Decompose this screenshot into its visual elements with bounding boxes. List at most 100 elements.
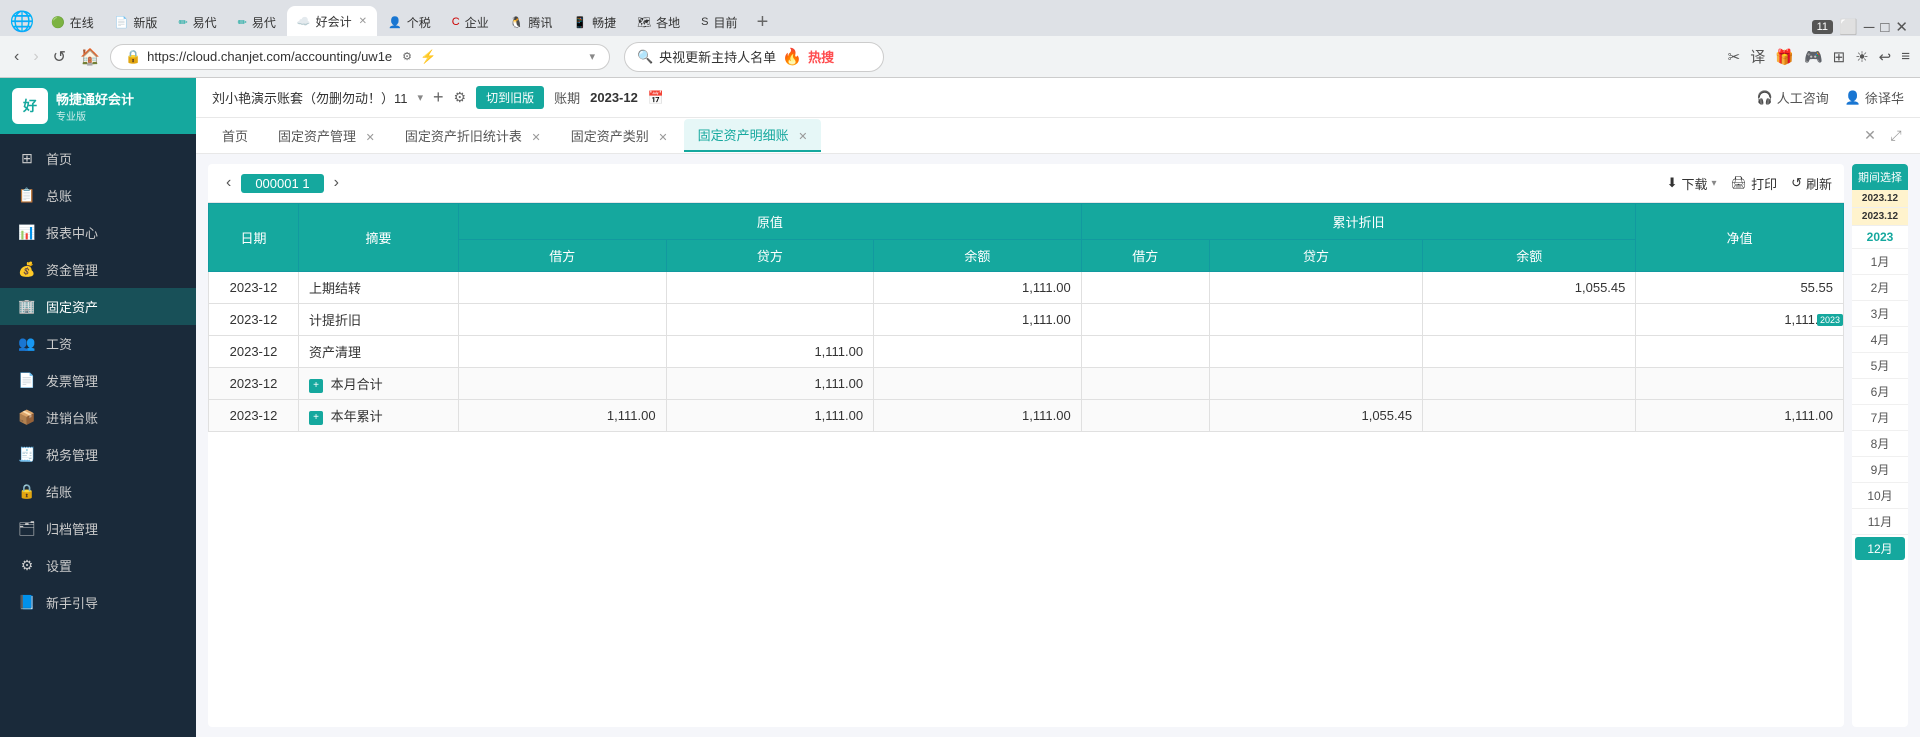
table-row: 2023-12 计提折旧 1,111.00 1,111.00 [209, 304, 1844, 336]
add-account-button[interactable]: + [433, 87, 444, 108]
switch-version-button[interactable]: 切到旧版 [476, 86, 544, 109]
maximize-icon[interactable]: □ [1880, 19, 1889, 36]
period-item-9[interactable]: 9月 [1852, 457, 1908, 483]
tab-在线[interactable]: 🟢在线 [41, 8, 104, 36]
sidebar-item-reports[interactable]: 📊 报表中心 [0, 214, 196, 251]
tab-新版[interactable]: 📄新版 [105, 8, 168, 36]
tab-个税[interactable]: 👤个税 [378, 8, 441, 36]
user-avatar[interactable]: 👤 徐译华 [1845, 88, 1904, 107]
ledger-icon: 📋 [18, 187, 36, 204]
tab-各地[interactable]: 🗺各地 [627, 8, 690, 36]
security-menu-icon[interactable]: ⚙ [402, 50, 412, 63]
tab-close-icon[interactable]: ✕ [658, 132, 667, 144]
sidebar-item-funds[interactable]: 💰 资金管理 [0, 251, 196, 288]
period-selected-bottom: 2023.12 [1852, 208, 1908, 226]
search-box[interactable]: 🔍 央视更新主持人名单 🔥 热搜 [624, 42, 884, 72]
period-selected-top: 2023.12 [1852, 190, 1908, 208]
period-edit-icon[interactable]: 📅 [648, 90, 664, 106]
col-net-value: 净值 [1636, 204, 1844, 272]
period-item-1[interactable]: 1月 [1852, 249, 1908, 275]
tab-home[interactable]: 首页 [208, 120, 262, 151]
menu-label: 结账 [46, 482, 72, 501]
tab-易代1[interactable]: ✏易代 [168, 8, 226, 36]
ledger-nav: ‹ 000001 1 › ⬇ 下载 ▾ 🖨 打印 [208, 164, 1844, 203]
undo-icon[interactable]: ↩ [1879, 48, 1892, 66]
home-button[interactable]: 🏠 [76, 43, 104, 71]
period-item-3[interactable]: 3月 [1852, 301, 1908, 327]
brightness-icon[interactable]: ☀ [1855, 48, 1868, 66]
tab-腾讯[interactable]: 🐧腾讯 [500, 8, 563, 36]
translate-icon[interactable]: 译 [1750, 46, 1765, 67]
url-bar[interactable]: 🔒 https://cloud.chanjet.com/accounting/u… [110, 44, 610, 70]
close-tab-btn[interactable]: ✕ [1858, 124, 1882, 148]
expand-url-icon[interactable]: ▾ [589, 50, 595, 63]
period-item-6[interactable]: 6月 [1852, 379, 1908, 405]
sidebar-item-fixed-assets[interactable]: 🏢 固定资产 [0, 288, 196, 325]
tab-close-icon[interactable]: ✕ [532, 132, 541, 144]
maximize-tab-btn[interactable]: ⤢ [1884, 124, 1908, 148]
tab-企业[interactable]: C企业 [442, 8, 499, 36]
consult-button[interactable]: 🎧 人工咨询 [1757, 88, 1829, 107]
col-original-value: 原值 [459, 204, 1082, 240]
period-item-11[interactable]: 11月 [1852, 509, 1908, 535]
tab-fixed-asset-category[interactable]: 固定资产类别 ✕ [557, 120, 682, 151]
coupon-icon[interactable]: 🎁 [1775, 48, 1794, 66]
reload-button[interactable]: ↺ [49, 43, 70, 71]
period-year[interactable]: 2023 [1852, 226, 1908, 249]
period-item-4[interactable]: 4月 [1852, 327, 1908, 353]
tab-list-icon[interactable]: ⬜ [1839, 18, 1858, 36]
tab-close-icon[interactable]: ✕ [798, 131, 807, 143]
sidebar-item-archive[interactable]: 🗂 归档管理 [0, 510, 196, 547]
period-item-12[interactable]: 12月 [1855, 537, 1905, 560]
dropdown-icon[interactable]: ▾ [418, 91, 424, 104]
prev-page-btn[interactable]: ‹ [220, 172, 237, 194]
tab-目前[interactable]: S目前 [691, 8, 747, 36]
sidebar-item-inventory[interactable]: 📦 进销台账 [0, 399, 196, 436]
tab-畅捷[interactable]: 📱畅捷 [563, 8, 626, 36]
reports-icon: 📊 [18, 224, 36, 241]
cut-tool-icon[interactable]: ✂ [1728, 48, 1741, 66]
game-icon[interactable]: 🎮 [1804, 48, 1823, 66]
tab-active[interactable]: ☁️好会计✕ [287, 6, 377, 36]
tab-fixed-asset-depreciation[interactable]: 固定资产折旧统计表 ✕ [391, 120, 555, 151]
funds-icon: 💰 [18, 261, 36, 278]
close-icon[interactable]: ✕ [1895, 18, 1908, 36]
period-item-2[interactable]: 2月 [1852, 275, 1908, 301]
menu-icon[interactable]: ≡ [1901, 48, 1910, 65]
refresh-btn[interactable]: ↺ 刷新 [1791, 174, 1832, 193]
settings-btn[interactable]: ⚙ [454, 89, 467, 106]
period-item-7[interactable]: 7月 [1852, 405, 1908, 431]
sidebar-item-invoice[interactable]: 📄 发票管理 [0, 362, 196, 399]
row-icon: + [309, 379, 323, 393]
tab-易代2[interactable]: ✏易代 [228, 8, 286, 36]
download-dropdown-icon[interactable]: ▾ [1712, 178, 1717, 189]
forward-button[interactable]: › [29, 44, 42, 70]
tab-bar: 🌐 🟢在线 📄新版 ✏易代 ✏易代 ☁️好会计✕ 👤个税 C企业 🐧腾讯 📱畅捷 [0, 0, 1920, 36]
sidebar-item-closing[interactable]: 🔒 结账 [0, 473, 196, 510]
closing-icon: 🔒 [18, 483, 36, 500]
next-page-btn[interactable]: › [328, 172, 345, 194]
tab-close-icon[interactable]: ✕ [366, 132, 375, 144]
download-icon: ⬇ [1667, 175, 1678, 191]
period-item-5[interactable]: 5月 [1852, 353, 1908, 379]
grid-icon[interactable]: ⊞ [1833, 48, 1846, 66]
sidebar-item-home[interactable]: ⊞ 首页 [0, 140, 196, 177]
download-btn[interactable]: ⬇ 下载 ▾ [1667, 174, 1717, 193]
period-item-8[interactable]: 8月 [1852, 431, 1908, 457]
sidebar-item-ledger[interactable]: 📋 总账 [0, 177, 196, 214]
sidebar-item-settings[interactable]: ⚙ 设置 [0, 547, 196, 584]
back-button[interactable]: ‹ [10, 44, 23, 70]
table-row: 2023-12 资产清理 1,111.00 [209, 336, 1844, 368]
period-item-10[interactable]: 10月 [1852, 483, 1908, 509]
home-icon: ⊞ [18, 150, 36, 167]
sidebar-item-guide[interactable]: 📘 新手引导 [0, 584, 196, 621]
tab-fixed-asset-mgmt[interactable]: 固定资产管理 ✕ [264, 120, 389, 151]
sidebar-item-tax[interactable]: 🧾 税务管理 [0, 436, 196, 473]
print-btn[interactable]: 🖨 打印 [1731, 174, 1778, 193]
sidebar-item-payroll[interactable]: 👥 工资 [0, 325, 196, 362]
settings-icon: ⚙ [18, 557, 36, 574]
minimize-icon[interactable]: ─ [1864, 19, 1875, 36]
tab-fixed-asset-ledger[interactable]: 固定资产明细账 ✕ [684, 119, 822, 152]
ledger-panel: ‹ 000001 1 › ⬇ 下载 ▾ 🖨 打印 [208, 164, 1844, 727]
new-tab-button[interactable]: + [748, 8, 776, 36]
